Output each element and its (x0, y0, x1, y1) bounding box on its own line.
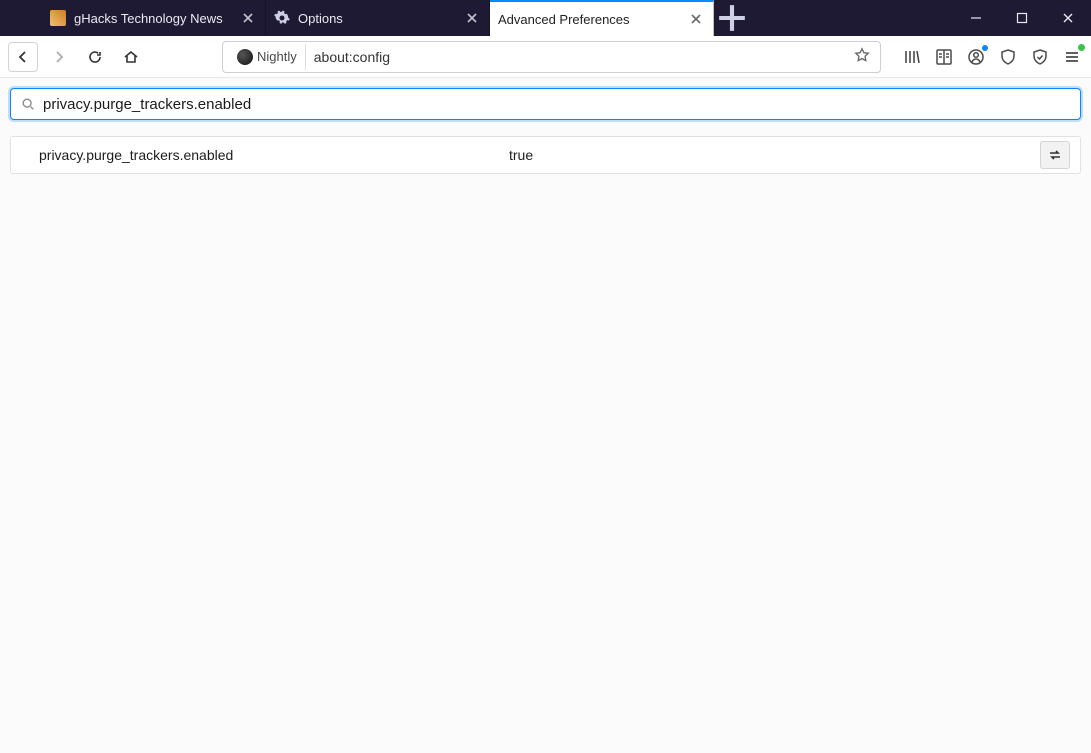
gear-icon (274, 10, 290, 26)
pref-name: privacy.purge_trackers.enabled (39, 147, 509, 163)
pref-search-input[interactable] (43, 96, 1070, 113)
tab-ghacks[interactable]: gHacks Technology News (42, 0, 266, 36)
account-icon[interactable] (965, 46, 987, 68)
nav-toolbar: Nightly about:config (0, 36, 1091, 78)
home-button[interactable] (116, 42, 146, 72)
tab-label: Options (298, 11, 455, 26)
app-menu-button[interactable] (1061, 46, 1083, 68)
new-tab-button[interactable] (714, 0, 750, 36)
tab-advanced-preferences[interactable]: Advanced Preferences (490, 0, 714, 36)
window-close-button[interactable] (1045, 0, 1091, 36)
shield-icon[interactable] (997, 46, 1019, 68)
reload-button[interactable] (80, 42, 110, 72)
privacy-shield-icon[interactable] (1029, 46, 1051, 68)
favicon-ghacks (50, 10, 66, 26)
tab-strip-spacer (0, 0, 42, 36)
tab-strip: gHacks Technology News Options Advanced … (0, 0, 1091, 36)
reader-view-icon[interactable] (933, 46, 955, 68)
pref-search-box[interactable] (10, 88, 1081, 120)
tab-options[interactable]: Options (266, 0, 490, 36)
search-icon (21, 97, 35, 111)
close-tab-icon[interactable] (239, 9, 257, 27)
tab-label: gHacks Technology News (74, 11, 231, 26)
toolbar-icons (891, 46, 1083, 68)
pref-toggle-button[interactable] (1040, 141, 1070, 169)
library-icon[interactable] (901, 46, 923, 68)
window-maximize-button[interactable] (999, 0, 1045, 36)
identity-label: Nightly (257, 49, 297, 64)
window-minimize-button[interactable] (953, 0, 999, 36)
toggle-arrows-icon (1047, 147, 1063, 163)
tab-label: Advanced Preferences (498, 12, 679, 27)
aboutconfig-page: privacy.purge_trackers.enabled true (0, 78, 1091, 753)
url-text: about:config (306, 49, 850, 65)
identity-box[interactable]: Nightly (229, 44, 306, 70)
close-tab-icon[interactable] (687, 10, 705, 28)
close-tab-icon[interactable] (463, 9, 481, 27)
pref-result-row[interactable]: privacy.purge_trackers.enabled true (10, 136, 1081, 174)
url-bar[interactable]: Nightly about:config (222, 41, 881, 73)
pref-value: true (509, 147, 1040, 163)
window-controls (953, 0, 1091, 36)
forward-button[interactable] (44, 42, 74, 72)
bookmark-star-icon[interactable] (850, 47, 874, 66)
firefox-icon (237, 49, 253, 65)
back-button[interactable] (8, 42, 38, 72)
